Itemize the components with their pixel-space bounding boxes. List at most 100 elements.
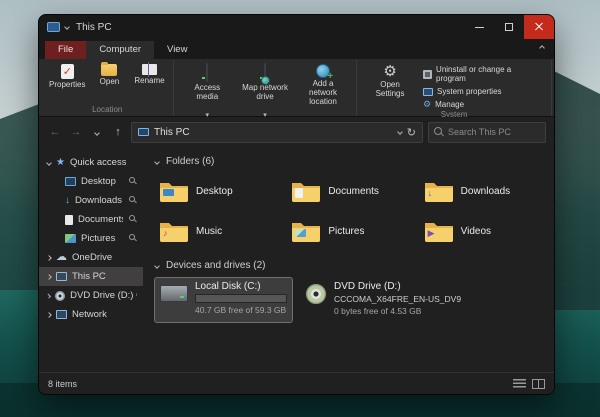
folder-name: Videos [461,226,491,237]
location-group-label: Location [41,105,173,116]
folder-tile-desktop[interactable]: Desktop [155,174,279,208]
address-bar[interactable]: This PC ↻ [131,122,423,143]
pictures-label: Pictures [81,233,115,244]
drive-tile-local-disk-c[interactable]: Local Disk (C:) 40.7 GB free of 59.3 GB [155,278,292,322]
monitor-glyph [163,189,174,196]
drive-tile-dvd-d[interactable]: DVD Drive (D:) CCCOMA_X64FRE_EN-US_DV9 0… [300,278,466,322]
folder-name: Downloads [461,186,510,197]
chevron-right-icon[interactable] [46,312,52,318]
play-glyph: ▶ [428,229,435,238]
sidebar-item-this-pc[interactable]: This PC [39,267,143,286]
folder-tile-pictures[interactable]: Pictures [287,214,411,248]
pin-icon [128,177,137,186]
sidebar-item-downloads[interactable]: ↓ Downloads [39,191,143,210]
chevron-right-icon[interactable] [46,293,51,298]
folder-tile-music[interactable]: ♪ Music [155,214,279,248]
navigation-bar: ← → ↑ This PC ↻ [39,117,554,147]
sidebar-item-dvd-drive[interactable]: DVD Drive (D:) CCCO [39,286,143,305]
folders-section-header[interactable]: Folders (6) [155,156,544,167]
search-icon [434,127,444,137]
tab-computer[interactable]: Computer [86,41,154,59]
access-media-label: Access media [182,84,232,102]
rename-button[interactable]: Rename [130,62,168,88]
chevron-down-icon [94,130,100,136]
open-settings-button[interactable]: ⚙ Open Settings [362,62,418,101]
uninstall-program-button[interactable]: Uninstall or change a program [420,64,546,84]
manage-button[interactable]: ⚙ Manage [420,99,546,110]
music-note-glyph: ♪ [163,229,168,238]
address-dropdown-chevron-icon[interactable] [397,129,403,135]
pin-icon [128,215,137,224]
chevron-right-icon[interactable] [46,274,52,280]
desktop-folder-icon [159,180,189,203]
collapse-chevron-icon[interactable] [154,159,160,165]
access-media-button[interactable]: Access media [179,62,235,124]
minimize-ribbon-button[interactable] [540,37,544,59]
details-view-button[interactable] [513,379,526,389]
search-input[interactable] [448,127,540,137]
close-button[interactable] [524,15,554,39]
folder-name: Desktop [196,186,233,197]
thumbnails-view-button[interactable] [532,379,545,389]
properties-button[interactable]: Properties [46,62,88,92]
uninstall-icon [423,70,432,79]
folder-tile-downloads[interactable]: ↓ Downloads [420,174,544,208]
system-small-buttons: Uninstall or change a program System pro… [420,62,546,110]
title-bar[interactable]: This PC [39,15,554,39]
collapse-chevron-icon[interactable] [154,263,160,269]
tab-file[interactable]: File [45,41,86,59]
sidebar-item-documents[interactable]: Documents [39,210,143,229]
folders-header-label: Folders (6) [166,156,214,167]
devices-section-header[interactable]: Devices and drives (2) [155,260,544,271]
desktop-label: Desktop [81,176,116,187]
pin-icon [128,196,137,205]
tab-view[interactable]: View [154,41,200,59]
map-network-drive-button[interactable]: Map network drive [237,62,293,124]
quick-access-toolbar-chevron-icon[interactable] [64,24,70,30]
open-settings-label: Open Settings [365,81,415,99]
folder-tile-videos[interactable]: ▶ Videos [420,214,544,248]
document-glyph [295,188,303,198]
quick-access-label: Quick access [70,157,127,168]
folder-tile-documents[interactable]: Documents [287,174,411,208]
sidebar-item-network[interactable]: Network [39,305,143,324]
hard-drive-icon [160,285,188,302]
manage-gear-icon: ⚙ [423,100,431,109]
sidebar-item-onedrive[interactable]: ☁ OneDrive [39,248,143,267]
recent-locations-button[interactable] [89,126,105,138]
manage-label: Manage [435,100,464,109]
file-explorer-window: This PC File Computer View Properties Op… [38,14,555,395]
items-view: Folders (6) Desktop Documents [143,147,554,372]
open-button[interactable]: Open [90,62,128,89]
drive-name: DVD Drive (D:) [334,281,461,292]
down-arrow-glyph: ↓ [428,189,433,198]
maximize-button[interactable] [494,15,524,39]
drives-grid: Local Disk (C:) 40.7 GB free of 59.3 GB … [155,278,544,322]
minimize-button[interactable] [464,15,494,39]
add-network-location-button[interactable]: Add a network location [295,62,351,108]
sidebar-item-desktop[interactable]: Desktop [39,172,143,191]
properties-icon [61,64,74,79]
up-button[interactable]: ↑ [110,126,126,138]
system-properties-button[interactable]: System properties [420,86,546,97]
refresh-button[interactable]: ↻ [407,126,416,139]
drive-icon [206,63,208,82]
ribbon: Properties Open Rename Location Access m… [39,59,554,117]
sidebar-item-pictures[interactable]: Pictures [39,229,143,248]
uninstall-label: Uninstall or change a program [436,65,543,83]
this-pc-icon [47,22,60,32]
system-properties-label: System properties [437,87,501,96]
chevron-right-icon[interactable] [46,255,52,261]
drive-subtitle: CCCOMA_X64FRE_EN-US_DV9 [334,294,461,304]
settings-gear-icon: ⚙ [383,64,396,79]
chevron-down-icon[interactable] [46,160,52,166]
search-box[interactable] [428,122,546,143]
explorer-content: ★ Quick access Desktop ↓ Downloads Docum… [39,147,554,372]
pin-icon [128,234,137,243]
forward-button[interactable]: → [68,126,84,138]
back-button[interactable]: ← [47,126,63,138]
ribbon-group-network: Access media Map network drive Add a net… [174,60,357,116]
system-group-buttons: ⚙ Open Settings Uninstall or change a pr… [357,60,551,110]
sidebar-item-quick-access[interactable]: ★ Quick access [39,153,143,172]
drive-free-space: 40.7 GB free of 59.3 GB [195,305,287,315]
